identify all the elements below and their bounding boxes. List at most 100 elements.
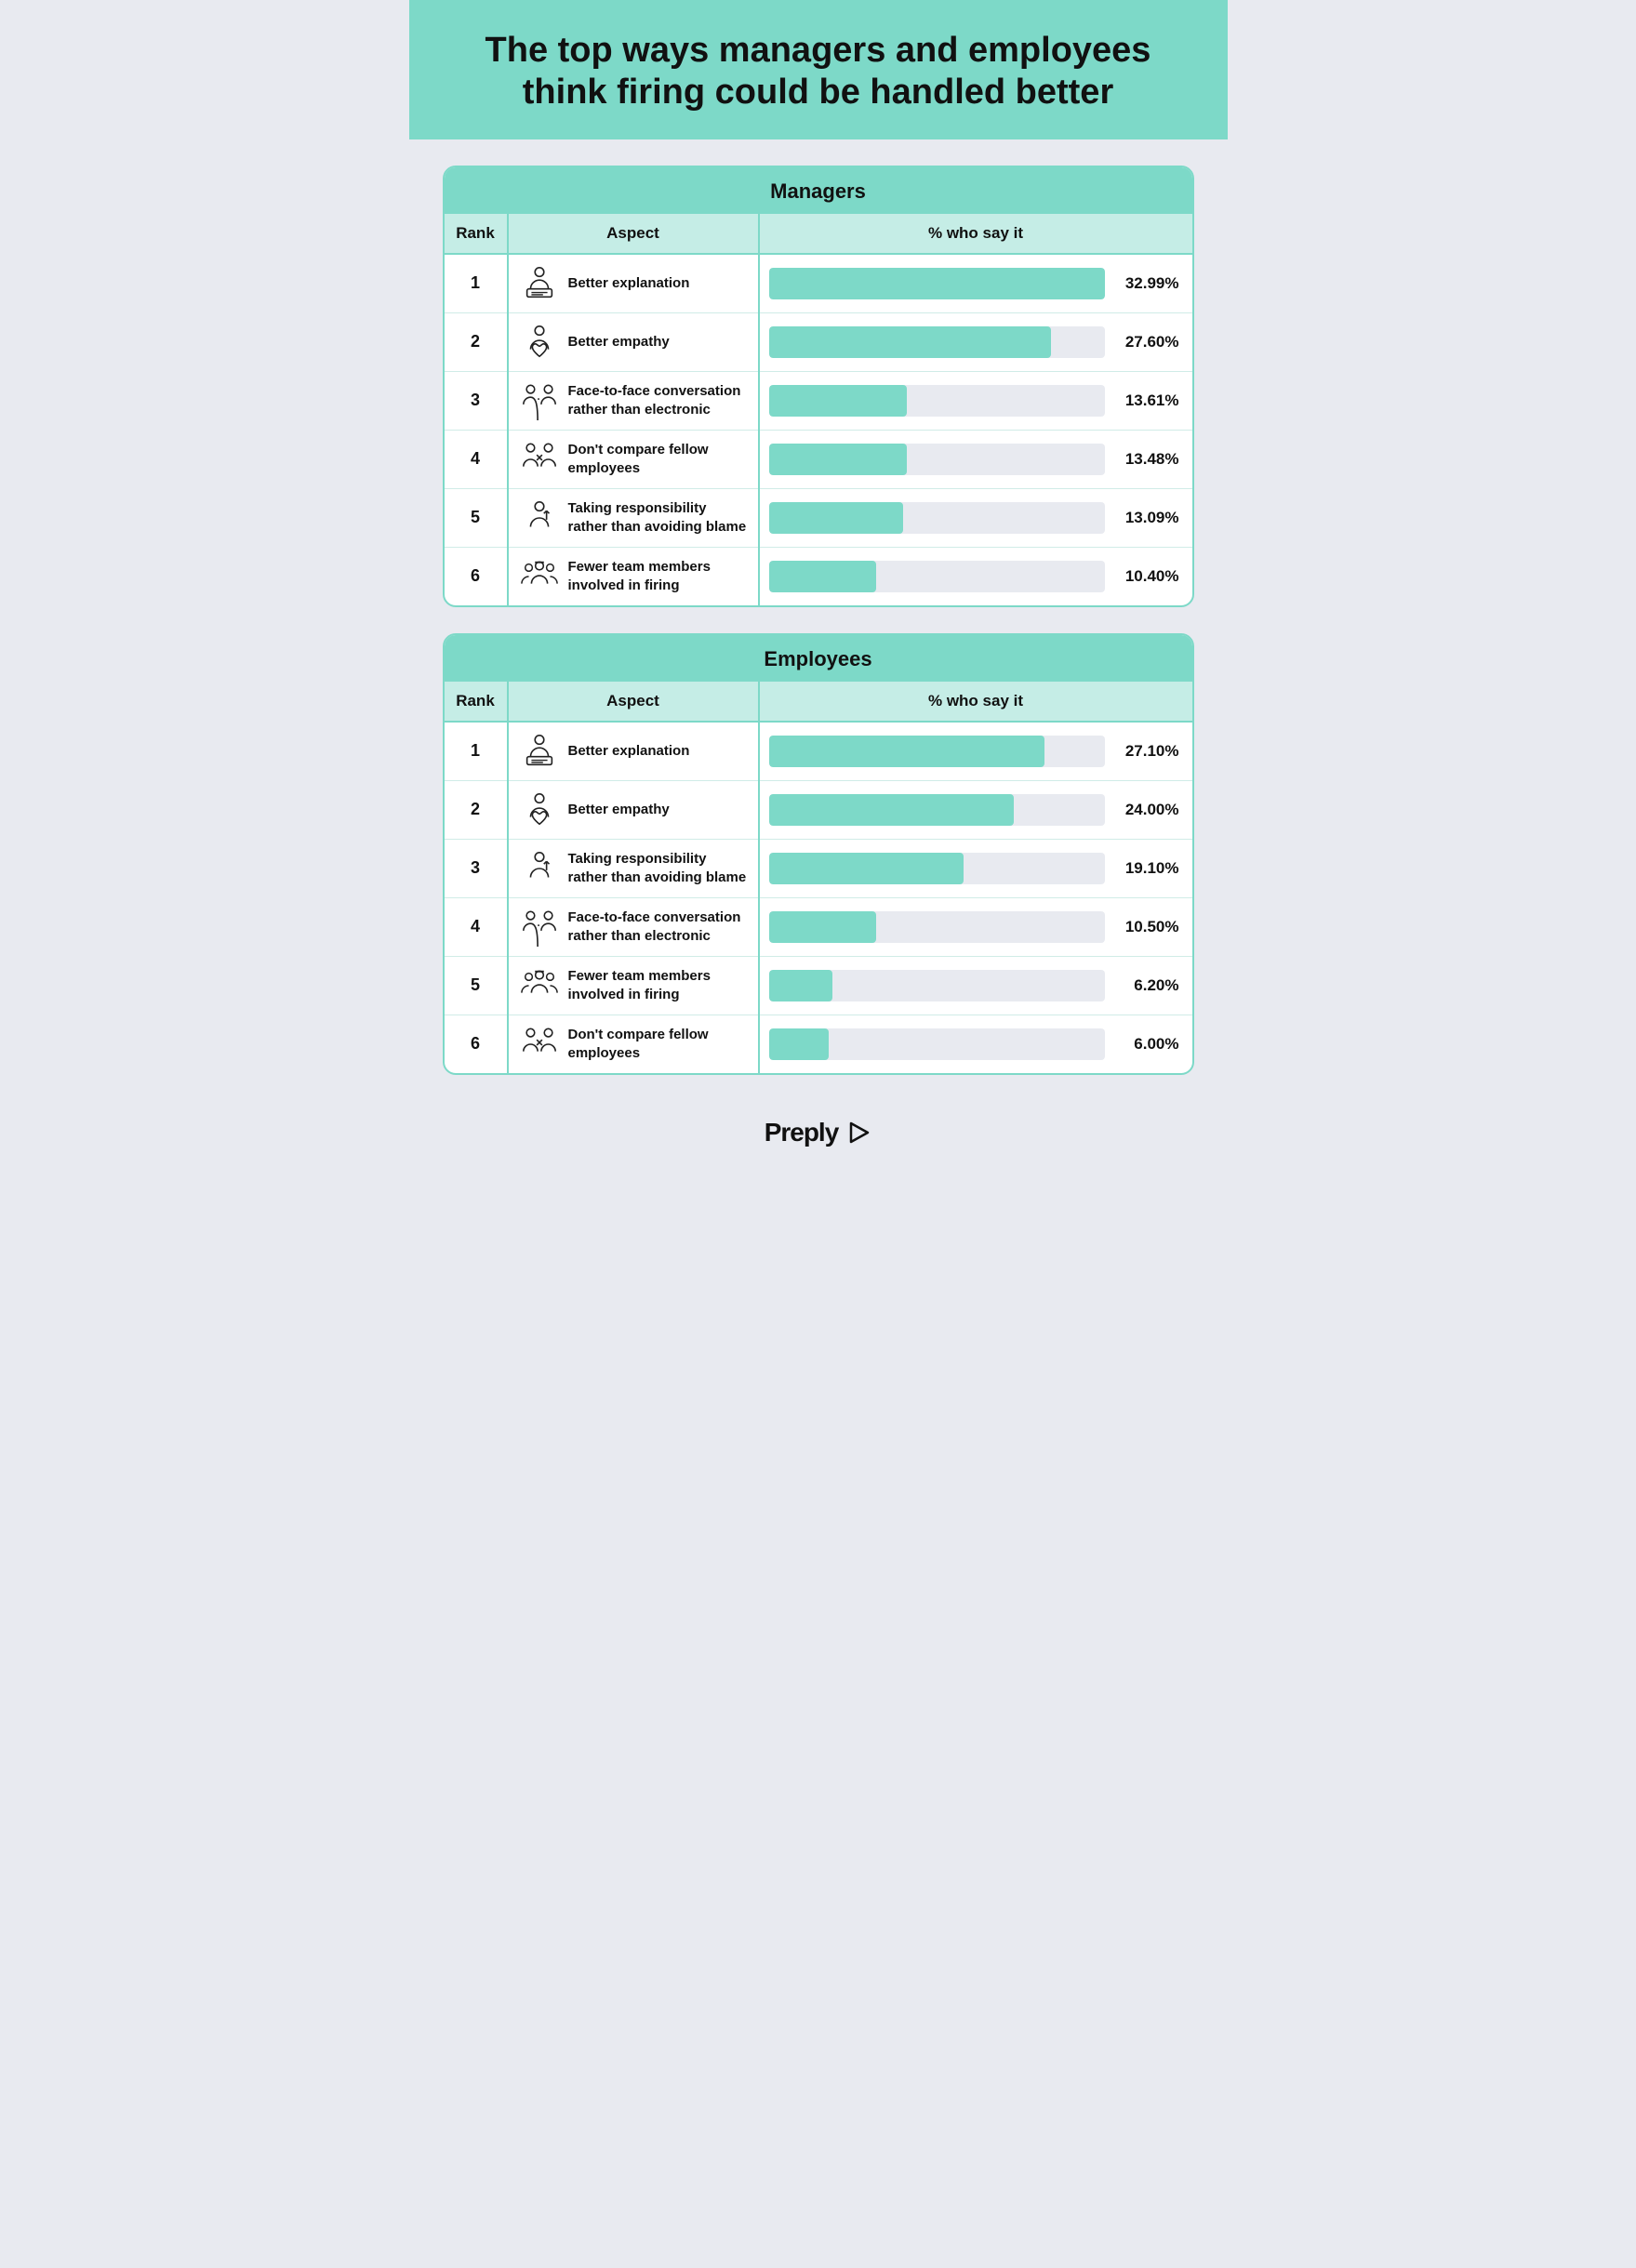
bar-cell: 19.10%: [759, 839, 1192, 897]
bar-cell: 6.20%: [759, 956, 1192, 1015]
bar-background: [769, 911, 1105, 943]
aspect-cell: Better explanation: [508, 254, 759, 313]
aspect-label: Fewer team members involved in firing: [568, 967, 749, 1003]
employees-col-aspect: Aspect: [508, 682, 759, 722]
face-to-face-icon: [518, 906, 561, 948]
empathy-icon: [518, 321, 561, 364]
compare-icon: [518, 438, 561, 481]
bar-fill: [769, 736, 1044, 767]
aspect-label: Face-to-face conversation rather than el…: [568, 909, 749, 945]
table-row: 1 Better explanation 32.99%: [445, 254, 1192, 313]
rank-cell: 1: [445, 722, 508, 781]
pct-label: 6.20%: [1116, 976, 1179, 995]
responsibility-icon: [518, 847, 561, 890]
aspect-label: Don't compare fellow employees: [568, 1026, 749, 1062]
aspect-label: Taking responsibility rather than avoidi…: [568, 499, 749, 536]
table-row: 4 Face-to-face conversation rather than …: [445, 897, 1192, 956]
aspect-label: Better explanation: [568, 742, 690, 761]
aspect-label: Better empathy: [568, 801, 670, 819]
footer: Preply: [443, 1101, 1194, 1168]
bar-background: [769, 794, 1105, 826]
bar-cell: 10.40%: [759, 547, 1192, 605]
pct-label: 6.00%: [1116, 1035, 1179, 1054]
table-row: 5 Taking responsibility rather than avoi…: [445, 488, 1192, 547]
aspect-cell: Better empathy: [508, 312, 759, 371]
employees-table: Rank Aspect % who say it 1 Better explan…: [445, 682, 1192, 1073]
table-row: 2 Better empathy 27.60%: [445, 312, 1192, 371]
aspect-cell: Fewer team members involved in firing: [508, 956, 759, 1015]
table-row: 6 Don't compare fellow employees 6.00%: [445, 1015, 1192, 1073]
managers-col-pct: % who say it: [759, 214, 1192, 254]
pct-label: 24.00%: [1116, 801, 1179, 819]
employees-section: Employees Rank Aspect % who say it 1: [443, 633, 1194, 1075]
compare-icon: [518, 1023, 561, 1066]
managers-col-aspect: Aspect: [508, 214, 759, 254]
aspect-cell: Face-to-face conversation rather than el…: [508, 371, 759, 430]
page-wrapper: The top ways managers and employees thin…: [409, 0, 1228, 1194]
pct-label: 10.40%: [1116, 567, 1179, 586]
table-row: 2 Better empathy 24.00%: [445, 780, 1192, 839]
bar-fill: [769, 561, 877, 592]
bar-fill: [769, 853, 964, 884]
fewer-members-icon: [518, 964, 561, 1007]
rank-cell: 6: [445, 1015, 508, 1073]
bar-fill: [769, 502, 903, 534]
bar-fill: [769, 268, 1105, 299]
explanation-icon: [518, 262, 561, 305]
aspect-label: Face-to-face conversation rather than el…: [568, 382, 749, 418]
pct-label: 13.61%: [1116, 391, 1179, 410]
aspect-cell: Fewer team members involved in firing: [508, 547, 759, 605]
aspect-cell: Taking responsibility rather than avoidi…: [508, 839, 759, 897]
face-to-face-icon: [518, 379, 561, 422]
rank-cell: 5: [445, 488, 508, 547]
bar-cell: 6.00%: [759, 1015, 1192, 1073]
bar-background: [769, 853, 1105, 884]
fewer-members-icon: [518, 555, 561, 598]
pct-label: 13.09%: [1116, 509, 1179, 527]
bar-background: [769, 268, 1105, 299]
table-row: 3 Face-to-face conversation rather than …: [445, 371, 1192, 430]
aspect-label: Fewer team members involved in firing: [568, 558, 749, 594]
pct-label: 10.50%: [1116, 918, 1179, 936]
logo-text: Preply: [765, 1118, 839, 1147]
table-row: 1 Better explanation 27.10%: [445, 722, 1192, 781]
bar-cell: 10.50%: [759, 897, 1192, 956]
bar-fill: [769, 385, 907, 417]
managers-section: Managers Rank Aspect % who say it 1: [443, 166, 1194, 607]
bar-background: [769, 1028, 1105, 1060]
employees-col-rank: Rank: [445, 682, 508, 722]
bar-cell: 27.10%: [759, 722, 1192, 781]
bar-background: [769, 385, 1105, 417]
bar-background: [769, 736, 1105, 767]
rank-cell: 1: [445, 254, 508, 313]
bar-fill: [769, 1028, 830, 1060]
aspect-label: Taking responsibility rather than avoidi…: [568, 850, 749, 886]
table-row: 3 Taking responsibility rather than avoi…: [445, 839, 1192, 897]
managers-table: Rank Aspect % who say it 1 Better explan…: [445, 214, 1192, 605]
bar-background: [769, 444, 1105, 475]
explanation-icon: [518, 730, 561, 773]
aspect-label: Don't compare fellow employees: [568, 441, 749, 477]
managers-title: Managers: [445, 167, 1192, 214]
aspect-label: Better empathy: [568, 333, 670, 351]
empathy-icon: [518, 789, 561, 831]
bar-background: [769, 970, 1105, 1001]
aspect-cell: Face-to-face conversation rather than el…: [508, 897, 759, 956]
bar-background: [769, 502, 1105, 534]
bar-fill: [769, 970, 833, 1001]
bar-fill: [769, 911, 877, 943]
table-row: 4 Don't compare fellow employees 13.48%: [445, 430, 1192, 488]
aspect-cell: Don't compare fellow employees: [508, 430, 759, 488]
bar-cell: 13.48%: [759, 430, 1192, 488]
aspect-cell: Taking responsibility rather than avoidi…: [508, 488, 759, 547]
logo-icon: [845, 1120, 871, 1146]
aspect-cell: Don't compare fellow employees: [508, 1015, 759, 1073]
rank-cell: 5: [445, 956, 508, 1015]
bar-fill: [769, 326, 1051, 358]
rank-cell: 2: [445, 780, 508, 839]
responsibility-icon: [518, 497, 561, 539]
aspect-cell: Better explanation: [508, 722, 759, 781]
aspect-cell: Better empathy: [508, 780, 759, 839]
bar-cell: 13.61%: [759, 371, 1192, 430]
bar-cell: 32.99%: [759, 254, 1192, 313]
